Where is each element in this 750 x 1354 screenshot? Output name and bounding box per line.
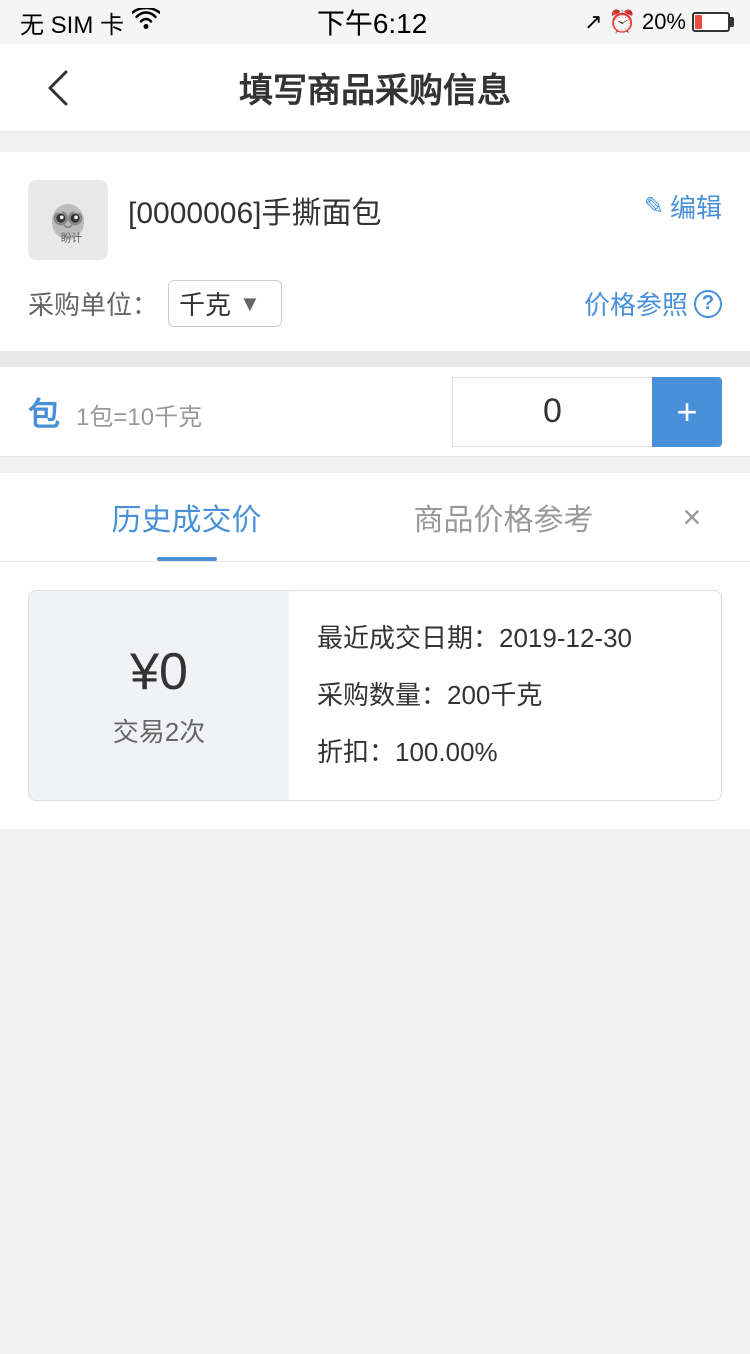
quantity-unit: 包 bbox=[28, 389, 60, 435]
recent-date-label: 最近成交日期： bbox=[317, 623, 499, 653]
tabs-row: 历史成交价 商品价格参考 × bbox=[0, 473, 750, 562]
unit-select-value: 千克 bbox=[179, 285, 231, 322]
unit-selector: 采购单位： 千克 ▼ bbox=[28, 280, 282, 327]
product-unit-row: 采购单位： 千克 ▼ 价格参照 ? bbox=[28, 280, 722, 327]
unit-label: 采购单位： bbox=[28, 285, 158, 322]
close-icon: × bbox=[683, 499, 702, 536]
currency-symbol: ¥ bbox=[130, 643, 159, 701]
product-name-text: 手撕面包 bbox=[261, 197, 381, 230]
recent-date-value: 2019-12-30 bbox=[499, 623, 632, 653]
carrier-text: 无 SIM 卡 bbox=[20, 5, 124, 40]
product-card: 盼计 [0000006]手撕面包 ✎ 编辑 采购单位： 千克 ▼ bbox=[0, 152, 750, 351]
quantity-value: 0 bbox=[543, 392, 562, 431]
history-card-details: 最近成交日期：2019-12-30 采购数量：200千克 折扣：100.00% bbox=[289, 591, 721, 800]
page-title: 填写商品采购信息 bbox=[239, 63, 511, 112]
edit-label: 编辑 bbox=[670, 188, 722, 225]
unit-select-dropdown[interactable]: 千克 ▼ bbox=[168, 280, 282, 327]
battery-percent: 20% bbox=[642, 9, 686, 35]
product-icon: 盼计 bbox=[28, 180, 108, 260]
battery-icon bbox=[692, 12, 730, 32]
tab-history-price[interactable]: 历史成交价 bbox=[28, 473, 345, 561]
quantity-conversion: 1包=10千克 bbox=[76, 397, 202, 432]
nav-bar: 填写商品采购信息 bbox=[0, 44, 750, 132]
quantity-input-group: 0 + bbox=[452, 377, 722, 447]
product-header: 盼计 [0000006]手撕面包 ✎ 编辑 bbox=[28, 180, 722, 260]
location-icon: ↗ bbox=[584, 9, 602, 35]
plus-icon: + bbox=[676, 391, 697, 433]
quantity-row: 包 1包=10千克 0 + bbox=[0, 367, 750, 457]
history-card: ¥0 交易2次 最近成交日期：2019-12-30 采购数量：200千克 折扣：… bbox=[28, 590, 722, 801]
edit-button[interactable]: ✎ 编辑 bbox=[644, 180, 722, 225]
status-right: ↗ ⏰ 20% bbox=[584, 9, 730, 35]
price-value: 0 bbox=[159, 643, 188, 701]
history-discount-row: 折扣：100.00% bbox=[317, 733, 693, 772]
section-divider bbox=[0, 351, 750, 367]
quantity-history-value: 200千克 bbox=[447, 680, 542, 710]
product-id: [0000006] bbox=[128, 197, 261, 230]
tab-product-price-ref[interactable]: 商品价格参考 bbox=[345, 473, 662, 561]
help-icon: ? bbox=[694, 290, 722, 318]
product-info: 盼计 [0000006]手撕面包 bbox=[28, 180, 644, 260]
discount-value: 100.00% bbox=[395, 737, 498, 767]
panel-close-button[interactable]: × bbox=[662, 473, 722, 561]
price-ref-label: 价格参照 bbox=[584, 285, 688, 322]
status-bar: 无 SIM 卡 下午6:12 ↗ ⏰ 20% bbox=[0, 0, 750, 44]
quantity-label-group: 包 1包=10千克 bbox=[28, 389, 202, 435]
history-price-display: ¥0 bbox=[130, 642, 188, 702]
svg-text:盼计: 盼计 bbox=[61, 231, 83, 244]
back-button[interactable] bbox=[28, 58, 88, 118]
quantity-input[interactable]: 0 bbox=[452, 377, 652, 447]
tab-history-label: 历史成交价 bbox=[112, 495, 262, 539]
history-date-row: 最近成交日期：2019-12-30 bbox=[317, 619, 693, 658]
dropdown-arrow-icon: ▼ bbox=[239, 291, 261, 317]
edit-icon: ✎ bbox=[644, 192, 664, 221]
history-trades: 交易2次 bbox=[113, 712, 205, 749]
history-quantity-row: 采购数量：200千克 bbox=[317, 676, 693, 715]
discount-label: 折扣： bbox=[317, 737, 395, 767]
tab-product-price-label: 商品价格参考 bbox=[414, 495, 594, 539]
product-name: [0000006]手撕面包 bbox=[128, 180, 381, 232]
main-content: 盼计 [0000006]手撕面包 ✎ 编辑 采购单位： 千克 ▼ bbox=[0, 152, 750, 1354]
quantity-plus-button[interactable]: + bbox=[652, 377, 722, 447]
alarm-icon: ⏰ bbox=[609, 9, 636, 35]
bottom-panel: 历史成交价 商品价格参考 × ¥0 交易2次 最近成交日期：20 bbox=[0, 473, 750, 829]
wifi-icon bbox=[132, 8, 160, 37]
history-list: ¥0 交易2次 最近成交日期：2019-12-30 采购数量：200千克 折扣：… bbox=[0, 562, 750, 829]
status-carrier: 无 SIM 卡 bbox=[20, 5, 160, 40]
status-time: 下午6:12 bbox=[317, 2, 428, 42]
history-card-price: ¥0 交易2次 bbox=[29, 591, 289, 800]
price-ref-button[interactable]: 价格参照 ? bbox=[584, 285, 722, 322]
quantity-label: 采购数量： bbox=[317, 680, 447, 710]
